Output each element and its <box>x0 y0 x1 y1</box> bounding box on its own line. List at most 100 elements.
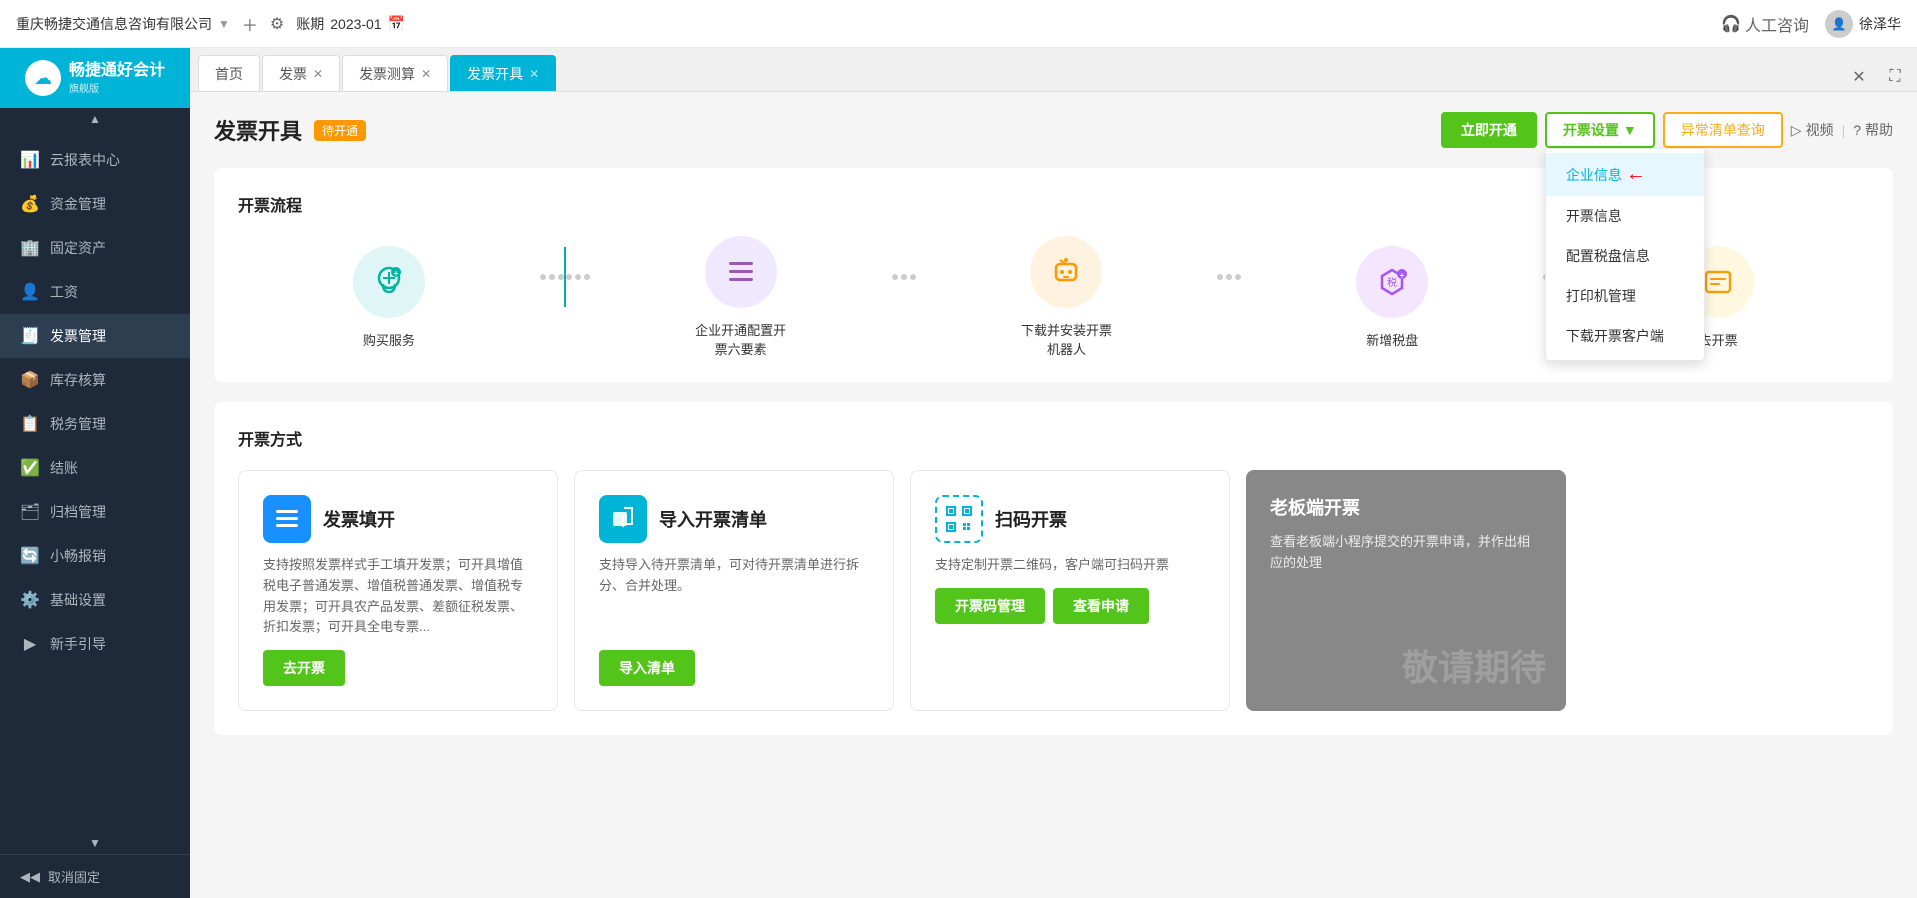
import-card-header: 导入开票清单 <box>599 495 869 543</box>
add-tax-disk-icon: 税+ <box>1356 246 1428 318</box>
sidebar-scroll-down[interactable]: ▼ <box>0 832 190 854</box>
page-title: 发票开具 <box>214 114 302 146</box>
dropdown-tax-disk[interactable]: 配置税盘信息 <box>1546 236 1704 276</box>
page-content: 发票开具 待开通 立即开通 开票设置 ▼ 企业信息 <box>190 92 1917 898</box>
go-invoice-btn[interactable]: 去开票 <box>263 650 345 686</box>
flow-step-buy-service[interactable]: + 购买服务 <box>238 246 540 349</box>
flow-step-add-tax-disk[interactable]: 税+ 新增税盘 <box>1241 246 1543 349</box>
tab-kaiju-close[interactable]: ✕ <box>529 67 539 81</box>
sidebar: ☁ 畅捷通好会计 旗舰版 ▲ 📊 云报表中心 💰 资金管理 🏢 固定资产 👤 <box>0 48 190 898</box>
scan-icon <box>935 495 983 543</box>
video-btn[interactable]: ▷ 视频 <box>1791 120 1834 140</box>
settings-dropdown-wrapper: 开票设置 ▼ 企业信息 ← 开票信息 <box>1545 112 1655 148</box>
dropdown-printer[interactable]: 打印机管理 <box>1546 276 1704 316</box>
settings-icon[interactable]: ⚙ <box>270 14 284 34</box>
tab-bar-actions: ✕ ⛶ <box>1845 63 1909 91</box>
sidebar-item-xiaochangbaoxiao[interactable]: 🔄 小畅报销 <box>0 534 190 578</box>
method-section-title: 开票方式 <box>238 426 1869 450</box>
tab-kaiju[interactable]: 发票开具 ✕ <box>450 55 556 91</box>
avatar: 👤 <box>1825 10 1853 38</box>
method-card-fill: 发票填开 支持按照发票样式手工填开发票；可开具增值税电子普通发票、增值税普通发票… <box>238 470 558 711</box>
content-area: 首页 发票 ✕ 发票测算 ✕ 发票开具 ✕ ✕ ⛶ <box>190 48 1917 898</box>
sidebar-bottom-action[interactable]: ◀◀ 取消固定 <box>0 854 190 898</box>
flow-step-company-config[interactable]: 企业开通配置开票六要素 <box>590 236 892 358</box>
jiezhang-icon: ✅ <box>20 458 40 478</box>
tab-fapiao-close[interactable]: ✕ <box>313 67 323 81</box>
sidebar-nav: 📊 云报表中心 💰 资金管理 🏢 固定资产 👤 工资 🧾 发票管理 📦 <box>0 130 190 832</box>
sidebar-item-gongzi[interactable]: 👤 工资 <box>0 270 190 314</box>
kucun-icon: 📦 <box>20 370 40 390</box>
help-icon: ? <box>1853 122 1861 138</box>
expand-btn[interactable]: ⛶ <box>1881 63 1909 91</box>
logo-icon: ☁ <box>25 60 61 96</box>
dropdown-company-info[interactable]: 企业信息 ← <box>1546 153 1704 196</box>
flow-step-download-robot[interactable]: 下载并安装开票机器人 <box>916 236 1218 358</box>
tab-cesuan[interactable]: 发票测算 ✕ <box>342 55 448 91</box>
fill-card-header: 发票填开 <box>263 495 533 543</box>
play-icon: ▷ <box>1791 122 1802 139</box>
boss-card-header: 老板端开票 <box>1270 494 1542 520</box>
dropdown-invoice-info[interactable]: 开票信息 <box>1546 196 1704 236</box>
consult-btn[interactable]: 🎧 人工咨询 <box>1721 12 1809 36</box>
settings-btn[interactable]: 开票设置 ▼ <box>1545 112 1655 148</box>
fapiao-icon: 🧾 <box>20 326 40 346</box>
chevron-down-icon: ▼ <box>1623 122 1637 138</box>
user-info[interactable]: 👤 徐泽华 <box>1825 10 1901 38</box>
download-robot-icon <box>1030 236 1102 308</box>
period-display: 账期 2023-01 📅 <box>296 14 405 34</box>
xinshou-icon: ▶ <box>20 634 40 654</box>
qr-manage-btn[interactable]: 开票码管理 <box>935 588 1045 624</box>
dropdown-download-client[interactable]: 下载开票客户端 <box>1546 316 1704 356</box>
method-card-import: 导入开票清单 支持导入待开票清单，可对待开票清单进行拆分、合并处理。 导入清单 <box>574 470 894 711</box>
sidebar-item-yunbao[interactable]: 📊 云报表中心 <box>0 138 190 182</box>
help-btn[interactable]: ? 帮助 <box>1853 120 1893 140</box>
method-card-boss: 老板端开票 查看老板端小程序提交的开票申请，并作出相应的处理 敬请期待 <box>1246 470 1566 711</box>
import-list-btn[interactable]: 导入清单 <box>599 650 695 686</box>
svg-text:+: + <box>1400 271 1405 280</box>
abnormal-list-btn[interactable]: 异常清单查询 <box>1663 112 1783 148</box>
method-section: 开票方式 发票填开 支持按照发票样式手工填开发票；可开具增值税电子普通发票、增值… <box>214 402 1893 735</box>
sidebar-item-xinshou[interactable]: ▶ 新手引导 <box>0 622 190 666</box>
sidebar-item-fapiao[interactable]: 🧾 发票管理 <box>0 314 190 358</box>
company-dropdown-icon[interactable]: ▼ <box>218 17 230 31</box>
top-bar-actions: 🎧 人工咨询 👤 徐泽华 <box>1721 10 1901 38</box>
yunbao-icon: 📊 <box>20 150 40 170</box>
settings-dropdown-menu: 企业信息 ← 开票信息 配置税盘信息 打印机管理 <box>1545 148 1705 361</box>
status-badge: 待开通 <box>314 120 366 141</box>
sidebar-item-zijin[interactable]: 💰 资金管理 <box>0 182 190 226</box>
calendar-icon[interactable]: 📅 <box>388 15 405 32</box>
page-header: 发票开具 待开通 立即开通 开票设置 ▼ 企业信息 <box>214 112 1893 148</box>
main-layout: ☁ 畅捷通好会计 旗舰版 ▲ 📊 云报表中心 💰 资金管理 🏢 固定资产 👤 <box>0 48 1917 898</box>
close-all-tabs-btn[interactable]: ✕ <box>1845 63 1873 91</box>
zijin-icon: 💰 <box>20 194 40 214</box>
sidebar-item-gudingzichan[interactable]: 🏢 固定资产 <box>0 226 190 270</box>
company-name[interactable]: 重庆畅捷交通信息咨询有限公司 ▼ <box>16 14 230 34</box>
activate-btn[interactable]: 立即开通 <box>1441 112 1537 148</box>
shuiwu-icon: 📋 <box>20 414 40 434</box>
svg-text:+: + <box>394 269 399 278</box>
gudingzichan-icon: 🏢 <box>20 238 40 258</box>
jichu-icon: ⚙️ <box>20 590 40 610</box>
logo-area: ☁ 畅捷通好会计 旗舰版 <box>0 48 190 108</box>
sidebar-item-kucun[interactable]: 📦 库存核算 <box>0 358 190 402</box>
add-company-btn[interactable]: ＋ <box>242 12 258 36</box>
sidebar-item-jiezhang[interactable]: ✅ 结账 <box>0 446 190 490</box>
guidang-icon: 🗂 <box>20 502 40 522</box>
tab-home[interactable]: 首页 <box>198 55 260 91</box>
flow-dots-1 <box>540 274 564 280</box>
svg-text:税: 税 <box>1387 276 1397 289</box>
view-apply-btn[interactable]: 查看申请 <box>1053 588 1149 624</box>
flow-dots-4 <box>1217 274 1241 280</box>
sidebar-item-guidang[interactable]: 🗂 归档管理 <box>0 490 190 534</box>
tab-fapiao[interactable]: 发票 ✕ <box>262 55 340 91</box>
tab-cesuan-close[interactable]: ✕ <box>421 67 431 81</box>
sidebar-scroll-up[interactable]: ▲ <box>0 108 190 130</box>
gongzi-icon: 👤 <box>20 282 40 302</box>
import-list-icon <box>599 495 647 543</box>
separator: | <box>1842 122 1846 138</box>
xiaochangbaoxiao-icon: 🔄 <box>20 546 40 566</box>
sidebar-item-shuiwu[interactable]: 📋 税务管理 <box>0 402 190 446</box>
sidebar-item-jichu[interactable]: ⚙️ 基础设置 <box>0 578 190 622</box>
buy-service-icon: + <box>353 246 425 318</box>
page-title-area: 发票开具 待开通 <box>214 114 366 146</box>
